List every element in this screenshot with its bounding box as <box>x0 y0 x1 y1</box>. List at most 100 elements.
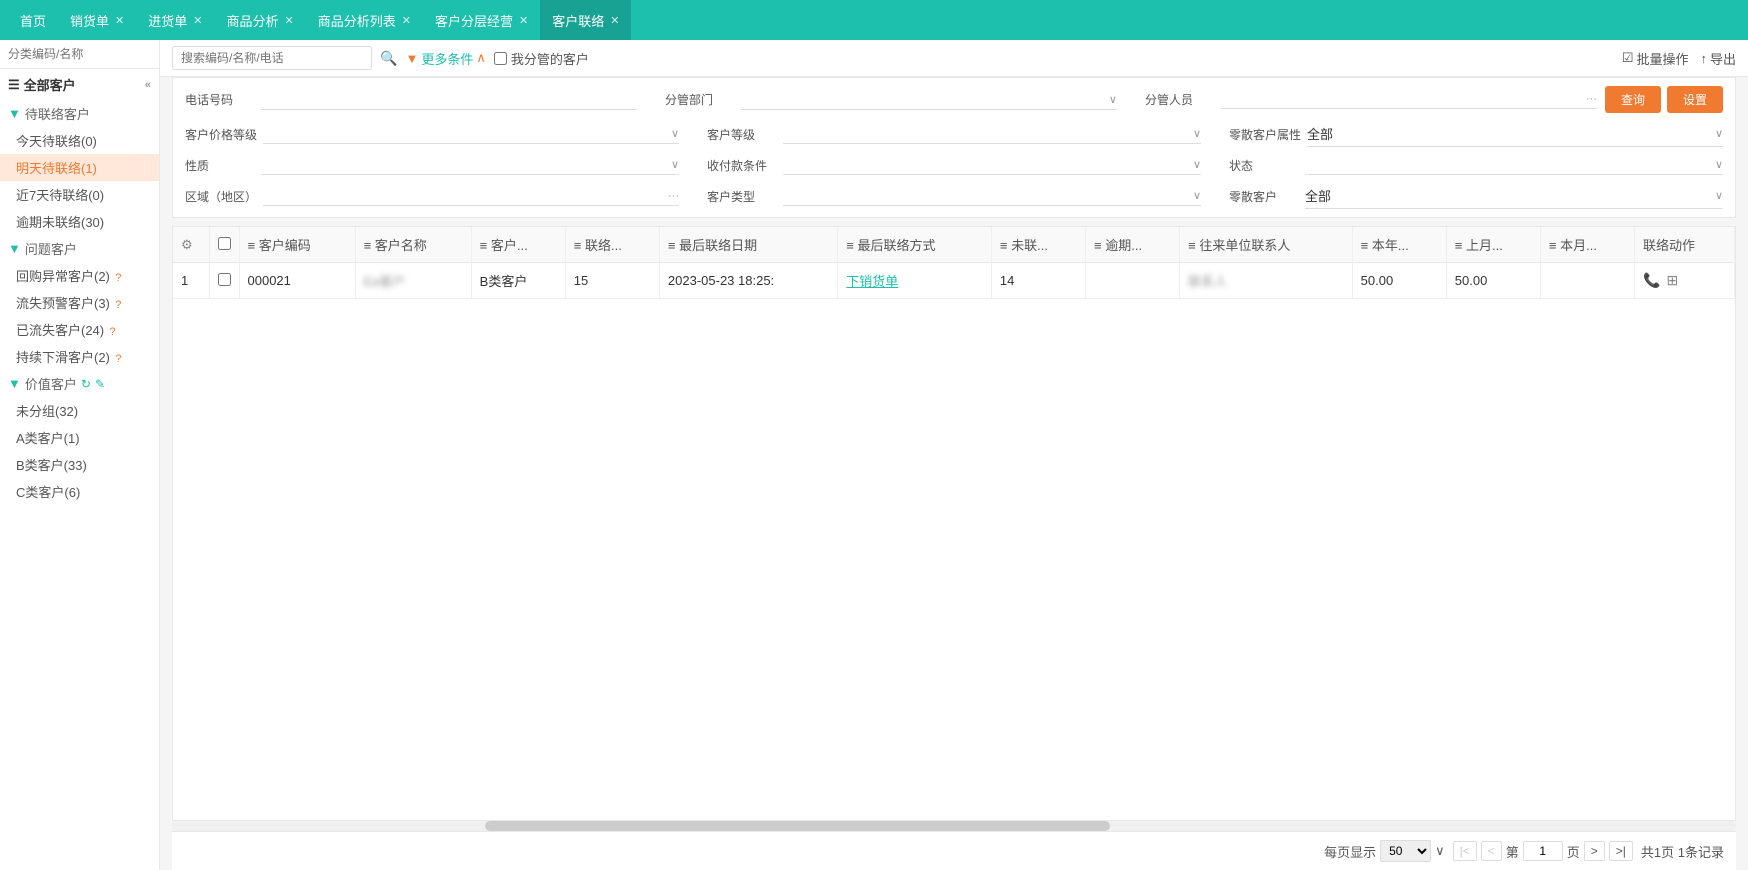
sidebar-item-7day-contact[interactable]: 近7天待联络(0) <box>0 181 159 208</box>
sidebar-item-class-c[interactable]: C类客户(6) <box>0 478 159 505</box>
price-level-select[interactable]: ∨ <box>263 124 679 144</box>
td-checkbox <box>209 263 239 299</box>
td-customer-code: 000021 <box>239 263 355 299</box>
pagination: |< < 第 页 > >| <box>1453 841 1633 861</box>
more-conditions-button[interactable]: ▼ 更多条件 ∧ <box>405 49 485 68</box>
sidebar-item-today-contact[interactable]: 今天待联络(0) <box>0 127 159 154</box>
close-product-analysis-list-icon[interactable]: ✕ <box>402 14 411 27</box>
nature-select[interactable]: ∨ <box>261 155 679 175</box>
total-records: 共1页 1条记录 <box>1641 842 1724 861</box>
close-customer-tiering-icon[interactable]: ✕ <box>519 14 528 27</box>
dept-filter-select[interactable]: ∨ <box>741 90 1117 110</box>
first-page-button[interactable]: |< <box>1453 841 1477 861</box>
th-customer-name: ≡ 客户名称 <box>355 227 471 263</box>
td-contacts: 联系人 <box>1180 263 1353 299</box>
sidebar-item-ungrouped[interactable]: 未分组(32) <box>0 397 159 424</box>
sidebar-item-tomorrow-contact[interactable]: 明天待联络(1) <box>0 154 159 181</box>
sidebar-all-customers[interactable]: ☰ 全部客户 « <box>0 69 159 100</box>
sidebar-search-input[interactable] <box>8 47 160 61</box>
sidebar-item-overdue-contact[interactable]: 逾期未联络(30) <box>0 208 159 235</box>
th-uncontacted: ≡ 未联... <box>991 227 1085 263</box>
filter-actions: 查询 设置 <box>1605 86 1723 113</box>
sidebar-item-declining[interactable]: 持续下滑客户(2) ? <box>0 343 159 370</box>
retail-customer-select[interactable]: 全部 ∨ <box>1305 183 1723 209</box>
close-customer-contact-icon[interactable]: ✕ <box>610 14 619 27</box>
close-sales-order-icon[interactable]: ✕ <box>115 14 124 27</box>
nav-sales-order[interactable]: 销货单 ✕ <box>58 0 136 40</box>
advanced-filter-panel: 电话号码 分管部门 ∨ 分管人员 ··· <box>172 77 1736 218</box>
filter-field-retail-customer: 零散客户 全部 ∨ <box>1229 183 1723 209</box>
action-icons: 📞 ⊞ <box>1643 272 1726 289</box>
nav-purchase-order[interactable]: 进货单 ✕ <box>136 0 214 40</box>
td-last-contact-method: 下销货单 <box>838 263 992 299</box>
filter-row-4: 区域（地区） ··· 客户类型 ∨ 零散客户 全部 <box>185 183 1723 209</box>
th-last-contact-method: ≡ 最后联络方式 <box>838 227 992 263</box>
table-footer: 每页显示 50 100 200 ∨ |< < 第 页 > >| 共1页 1条记录 <box>172 831 1736 870</box>
select-all-checkbox[interactable] <box>218 237 231 250</box>
phone-filter-input[interactable] <box>261 89 637 110</box>
value-customers-refresh-icon[interactable]: ↻ <box>81 377 91 391</box>
row-checkbox[interactable] <box>218 273 231 286</box>
nav-customer-contact[interactable]: 客户联络 ✕ <box>540 0 631 40</box>
nav-customer-tiering[interactable]: 客户分层经营 ✕ <box>423 0 540 40</box>
data-table-container: ⚙ ≡ 客户编码 ≡ 客户名称 ≡ 客户... <box>172 226 1736 821</box>
th-last-contact-date: ≡ 最后联络日期 <box>659 227 837 263</box>
my-customers-checkbox[interactable] <box>494 52 507 65</box>
last-contact-method-link[interactable]: 下销货单 <box>846 274 898 289</box>
settings-button[interactable]: 设置 <box>1667 86 1723 113</box>
page-number-input[interactable] <box>1523 841 1563 861</box>
query-button[interactable]: 查询 <box>1605 86 1661 113</box>
filter-row-2: 客户价格等级 ∨ 客户等级 ∨ 零散客户属性 全部 <box>185 121 1723 147</box>
filter-bar: 🔍 ▼ 更多条件 ∧ 我分管的客户 ☑ 批量操作 ↑ 导出 <box>160 40 1748 77</box>
status-select[interactable]: ∨ <box>1305 155 1723 175</box>
th-customer-code: ≡ 客户编码 <box>239 227 355 263</box>
td-last-contact-date: 2023-05-23 18:25: <box>659 263 837 299</box>
page-size-dropdown[interactable]: 50 100 200 <box>1380 840 1431 862</box>
td-this-year: 50.00 <box>1352 263 1446 299</box>
bulk-operation-button[interactable]: ☑ 批量操作 <box>1622 49 1689 68</box>
search-button[interactable]: 🔍 <box>380 50 397 67</box>
td-this-month <box>1540 263 1634 299</box>
sidebar: 🔍 ☰ 全部客户 « ▼ 待联络客户 今天待联络(0) 明天待联络(1) 近7天… <box>0 40 160 870</box>
filter-row-3: 性质 ∨ 收付款条件 ∨ 状态 <box>185 155 1723 175</box>
sidebar-item-class-a[interactable]: A类客户(1) <box>0 424 159 451</box>
table-settings-icon[interactable]: ⚙ <box>181 237 193 252</box>
sidebar-item-class-b[interactable]: B类客户(33) <box>0 451 159 478</box>
person-filter-select[interactable]: ··· <box>1221 90 1597 109</box>
my-customers-checkbox-label[interactable]: 我分管的客户 <box>494 49 589 68</box>
filter-row-1: 电话号码 分管部门 ∨ 分管人员 ··· <box>185 86 1723 113</box>
customer-type-select[interactable]: ∨ <box>783 186 1201 206</box>
nav-home[interactable]: 首页 <box>8 0 58 40</box>
collapse-icon: « <box>145 79 151 91</box>
phone-action-icon[interactable]: 📞 <box>1643 272 1660 289</box>
td-uncontacted: 14 <box>991 263 1085 299</box>
retail-attr-select[interactable]: 全部 ∨ <box>1307 121 1723 147</box>
close-product-analysis-icon[interactable]: ✕ <box>285 14 294 27</box>
horizontal-scrollbar[interactable] <box>172 821 1736 831</box>
search-input[interactable] <box>172 46 372 70</box>
nav-product-analysis[interactable]: 商品分析 ✕ <box>214 0 305 40</box>
region-select[interactable]: ··· <box>263 187 679 206</box>
more-action-icon[interactable]: ⊞ <box>1666 272 1678 289</box>
payment-terms-select[interactable]: ∨ <box>783 155 1201 175</box>
last-page-button[interactable]: >| <box>1609 841 1633 861</box>
export-button[interactable]: ↑ 导出 <box>1700 49 1736 68</box>
filter-field-customer-type: 客户类型 ∨ <box>707 186 1201 206</box>
sidebar-item-churned[interactable]: 已流失客户(24) ? <box>0 316 159 343</box>
nav-product-analysis-list[interactable]: 商品分析列表 ✕ <box>306 0 423 40</box>
td-customer-name: Ea客户 <box>355 263 471 299</box>
th-this-month: ≡ 本月... <box>1540 227 1634 263</box>
content-area: 🔍 ▼ 更多条件 ∧ 我分管的客户 ☑ 批量操作 ↑ 导出 <box>160 40 1748 870</box>
value-customers-edit-icon[interactable]: ✎ <box>95 377 105 391</box>
filter-field-price-level: 客户价格等级 ∨ <box>185 124 679 144</box>
prev-page-button[interactable]: < <box>1481 841 1502 861</box>
next-page-button[interactable]: > <box>1584 841 1605 861</box>
sidebar-item-churn-warning[interactable]: 流失预警客户(3) ? <box>0 289 159 316</box>
sidebar-item-repurchase-abnormal[interactable]: 回购异常客户(2) ? <box>0 262 159 289</box>
filter-field-nature: 性质 ∨ <box>185 155 679 175</box>
customer-level-select[interactable]: ∨ <box>783 124 1201 144</box>
th-settings: ⚙ <box>173 227 209 263</box>
th-checkbox <box>209 227 239 263</box>
th-overdue: ≡ 逾期... <box>1086 227 1180 263</box>
close-purchase-order-icon[interactable]: ✕ <box>193 14 202 27</box>
